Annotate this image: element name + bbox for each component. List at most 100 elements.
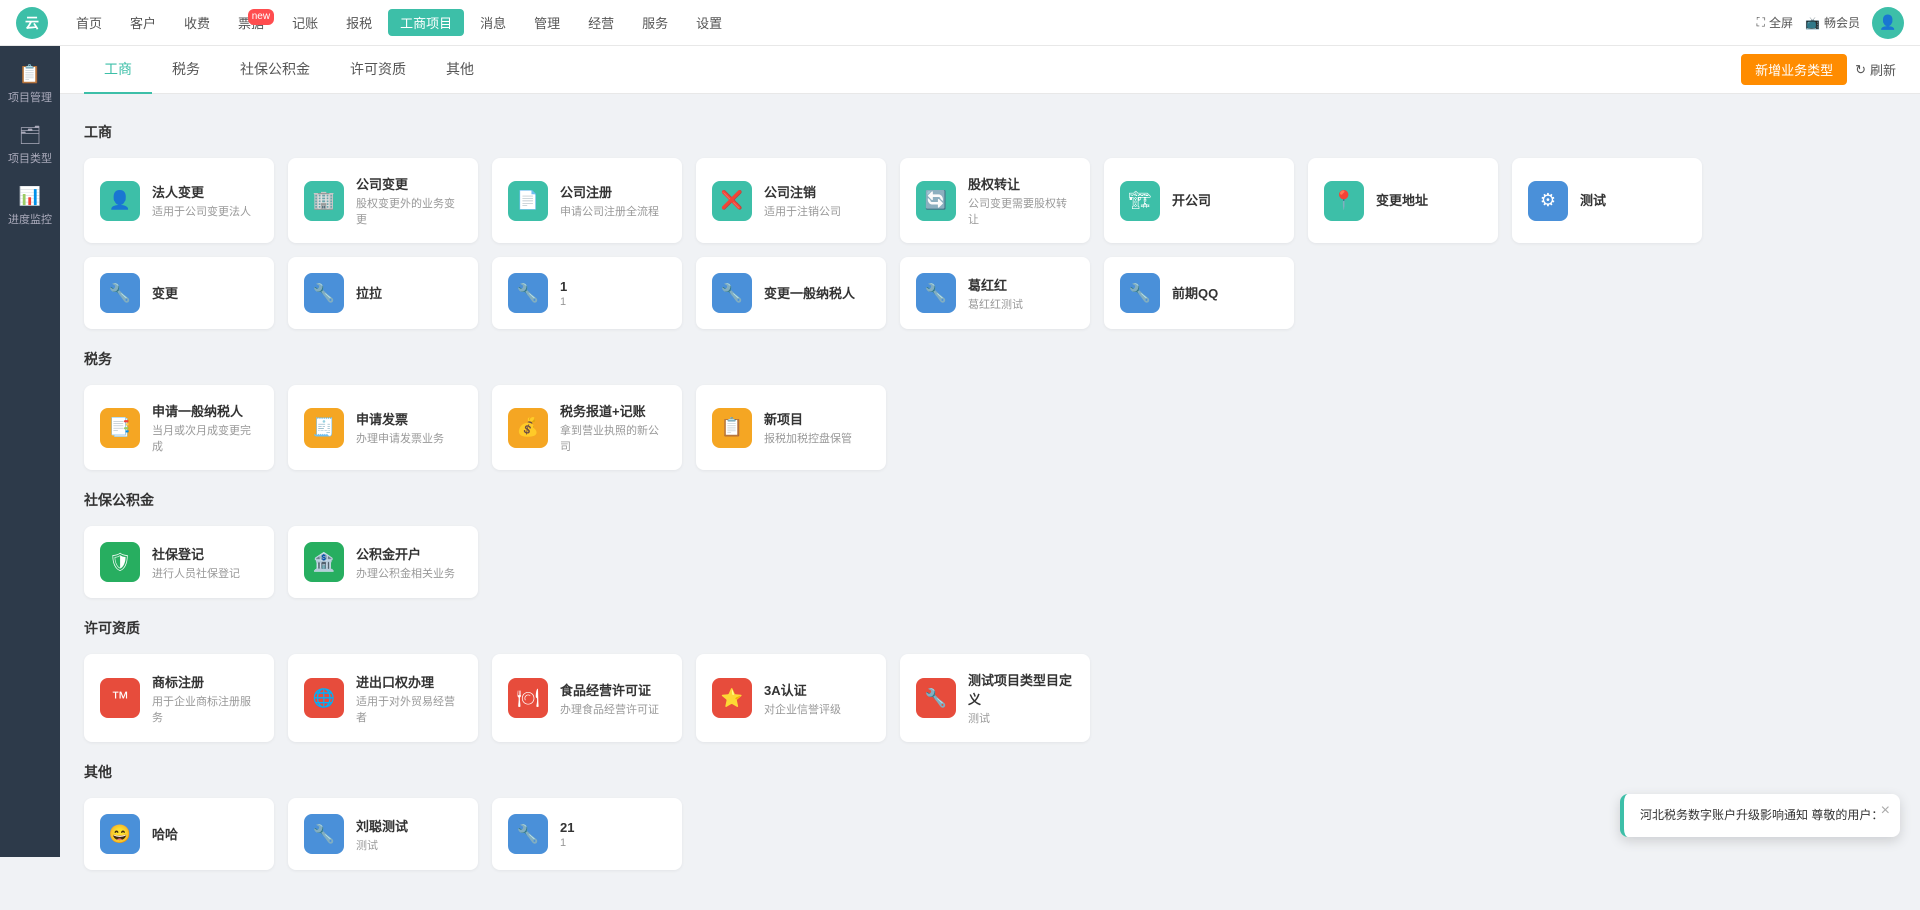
card-name: 社保登记 bbox=[152, 544, 258, 563]
card-icon: 📄 bbox=[508, 181, 548, 221]
card-info: 3A认证对企业信誉评级 bbox=[764, 680, 870, 717]
nav-item-工商项目[interactable]: 工商项目 bbox=[388, 9, 464, 36]
card-desc: 办理申请发票业务 bbox=[356, 430, 462, 446]
card-icon: 🌐 bbox=[304, 678, 344, 718]
card-name: 法人变更 bbox=[152, 182, 258, 201]
card-info: 进出口权办理适用于对外贸易经营者 bbox=[356, 672, 462, 725]
card-info: 申请一般纳税人当月或次月成变更完成 bbox=[152, 401, 258, 454]
card-name: 哈哈 bbox=[152, 824, 258, 843]
fullscreen-icon: ⛶ bbox=[1757, 15, 1765, 30]
card-icon: 🔧 bbox=[304, 273, 344, 313]
sidebar-item-进度监控[interactable]: 📊进度监控 bbox=[0, 176, 60, 237]
card-社保登记[interactable]: 🛡社保登记进行人员社保登记 bbox=[84, 526, 274, 598]
tab-社保公积金[interactable]: 社保公积金 bbox=[220, 46, 330, 94]
card-name: 前期QQ bbox=[1172, 283, 1278, 302]
card-desc: 适用于对外贸易经营者 bbox=[356, 693, 462, 725]
card-1[interactable]: 🔧11 bbox=[492, 257, 682, 329]
sidebar-label: 项目类型 bbox=[8, 150, 52, 166]
card-icon: 📑 bbox=[100, 408, 140, 448]
card-desc: 进行人员社保登记 bbox=[152, 565, 258, 581]
card-测试项目类型目定义[interactable]: 🔧测试项目类型目定义测试 bbox=[900, 654, 1090, 742]
nav-item-设置[interactable]: 设置 bbox=[684, 9, 734, 36]
card-开公司[interactable]: 🏗开公司 bbox=[1104, 158, 1294, 243]
card-公司注销[interactable]: ❌公司注销适用于注销公司 bbox=[696, 158, 886, 243]
card-info: 新项目报税加税控盘保管 bbox=[764, 409, 870, 446]
card-公积金开户[interactable]: 🏦公积金开户办理公积金相关业务 bbox=[288, 526, 478, 598]
card-desc: 测试 bbox=[356, 837, 462, 853]
card-icon: 💰 bbox=[508, 408, 548, 448]
card-21[interactable]: 🔧211 bbox=[492, 798, 682, 870]
card-info: 公司变更股权变更外的业务变更 bbox=[356, 174, 462, 227]
new-biz-type-button[interactable]: 新增业务类型 bbox=[1741, 54, 1847, 85]
card-info: 变更一般纳税人 bbox=[764, 283, 870, 304]
card-拉拉[interactable]: 🔧拉拉 bbox=[288, 257, 478, 329]
fullscreen-button[interactable]: ⛶ 全屏 bbox=[1757, 14, 1793, 31]
card-info: 法人变更适用于公司变更法人 bbox=[152, 182, 258, 219]
nav-item-消息[interactable]: 消息 bbox=[468, 9, 518, 36]
nav-item-收费[interactable]: 收费 bbox=[172, 9, 222, 36]
sidebar-item-项目类型[interactable]: 🗂项目类型 bbox=[0, 115, 60, 176]
sidebar-item-项目管理[interactable]: 📋项目管理 bbox=[0, 54, 60, 115]
avatar[interactable]: 👤 bbox=[1872, 7, 1904, 39]
card-申请发票[interactable]: 🧾申请发票办理申请发票业务 bbox=[288, 385, 478, 470]
logo: 云 bbox=[16, 7, 48, 39]
card-info: 社保登记进行人员社保登记 bbox=[152, 544, 258, 581]
notification-close-button[interactable]: × bbox=[1881, 802, 1890, 820]
tab-工商[interactable]: 工商 bbox=[84, 46, 152, 94]
card-name: 变更一般纳税人 bbox=[764, 283, 870, 302]
card-icon: 🔄 bbox=[916, 181, 956, 221]
card-icon: 🏗 bbox=[1120, 181, 1160, 221]
card-股权转让[interactable]: 🔄 股权转让公司变更需要股权转让 bbox=[900, 158, 1090, 243]
section-title-税务: 税务 bbox=[84, 349, 1896, 369]
card-grid-社保公积金: 🛡社保登记进行人员社保登记🏦公积金开户办理公积金相关业务 bbox=[84, 526, 1896, 598]
card-食品经营许可证[interactable]: 🍽食品经营许可证办理食品经营许可证 bbox=[492, 654, 682, 742]
card-icon: 🔧 bbox=[508, 273, 548, 313]
card-变更[interactable]: 🔧变更 bbox=[84, 257, 274, 329]
nav-item-客户[interactable]: 客户 bbox=[118, 9, 168, 36]
card-公司注册[interactable]: 📄公司注册申请公司注册全流程 bbox=[492, 158, 682, 243]
nav-item-记账[interactable]: 记账 bbox=[280, 9, 330, 36]
card-变更一般纳税人[interactable]: 🔧变更一般纳税人 bbox=[696, 257, 886, 329]
card-申请一般纳税人[interactable]: 📑 申请一般纳税人当月或次月成变更完成 bbox=[84, 385, 274, 470]
card-name: 股权转让 bbox=[968, 174, 1074, 193]
card-变更地址[interactable]: 📍变更地址 bbox=[1308, 158, 1498, 243]
tab-税务[interactable]: 税务 bbox=[152, 46, 220, 94]
card-商标注册[interactable]: ™商标注册用于企业商标注册服务 bbox=[84, 654, 274, 742]
card-icon: 🧾 bbox=[304, 408, 344, 448]
card-前期QQ[interactable]: 🔧前期QQ bbox=[1104, 257, 1294, 329]
tabs-bar: 工商税务社保公积金许可资质其他 新增业务类型 ↻ 刷新 bbox=[60, 46, 1920, 94]
card-哈哈[interactable]: 😄哈哈 bbox=[84, 798, 274, 870]
card-3A认证[interactable]: ⭐3A认证对企业信誉评级 bbox=[696, 654, 886, 742]
card-刘聪测试[interactable]: 🔧刘聪测试测试 bbox=[288, 798, 478, 870]
card-info: 测试项目类型目定义测试 bbox=[968, 670, 1074, 726]
nav-item-首页[interactable]: 首页 bbox=[64, 9, 114, 36]
sidebar-icon: 📋 bbox=[19, 64, 41, 85]
nav-menu: 首页客户收费票据new记账报税工商项目消息管理经营服务设置 bbox=[64, 9, 1757, 36]
card-葛红红[interactable]: 🔧葛红红葛红红测试 bbox=[900, 257, 1090, 329]
nav-item-服务[interactable]: 服务 bbox=[630, 9, 680, 36]
card-desc: 对企业信誉评级 bbox=[764, 701, 870, 717]
card-grid-税务: 📑 申请一般纳税人当月或次月成变更完成 🧾申请发票办理申请发票业务💰税务报道+记账拿… bbox=[84, 385, 1896, 470]
nav-item-报税[interactable]: 报税 bbox=[334, 9, 384, 36]
card-进出口权办理[interactable]: 🌐 进出口权办理适用于对外贸易经营者 bbox=[288, 654, 478, 742]
main-content: 工商税务社保公积金许可资质其他 新增业务类型 ↻ 刷新 工商 👤 法人变更适用于公司… bbox=[60, 46, 1920, 910]
nav-item-经营[interactable]: 经营 bbox=[576, 9, 626, 36]
card-info: 商标注册用于企业商标注册服务 bbox=[152, 672, 258, 725]
nav-item-票据[interactable]: 票据new bbox=[226, 9, 276, 36]
card-info: 测试 bbox=[1580, 190, 1686, 211]
card-税务报道+记账[interactable]: 💰税务报道+记账拿到营业执照的新公司 bbox=[492, 385, 682, 470]
member-button[interactable]: 📺 畅会员 bbox=[1805, 14, 1860, 31]
refresh-button[interactable]: ↻ 刷新 bbox=[1855, 60, 1896, 79]
card-info: 股权转让公司变更需要股权转让 bbox=[968, 174, 1074, 227]
card-name: 食品经营许可证 bbox=[560, 680, 666, 699]
card-法人变更[interactable]: 👤 法人变更适用于公司变更法人 bbox=[84, 158, 274, 243]
logo-text: 云 bbox=[25, 13, 39, 33]
card-icon: 👤 bbox=[100, 181, 140, 221]
section-title-社保公积金: 社保公积金 bbox=[84, 490, 1896, 510]
card-新项目[interactable]: 📋新项目报税加税控盘保管 bbox=[696, 385, 886, 470]
tab-其他[interactable]: 其他 bbox=[426, 46, 494, 94]
card-公司变更[interactable]: 🏢公司变更股权变更外的业务变更 bbox=[288, 158, 478, 243]
nav-item-管理[interactable]: 管理 bbox=[522, 9, 572, 36]
tab-许可资质[interactable]: 许可资质 bbox=[330, 46, 426, 94]
card-测试[interactable]: ⚙测试 bbox=[1512, 158, 1702, 243]
